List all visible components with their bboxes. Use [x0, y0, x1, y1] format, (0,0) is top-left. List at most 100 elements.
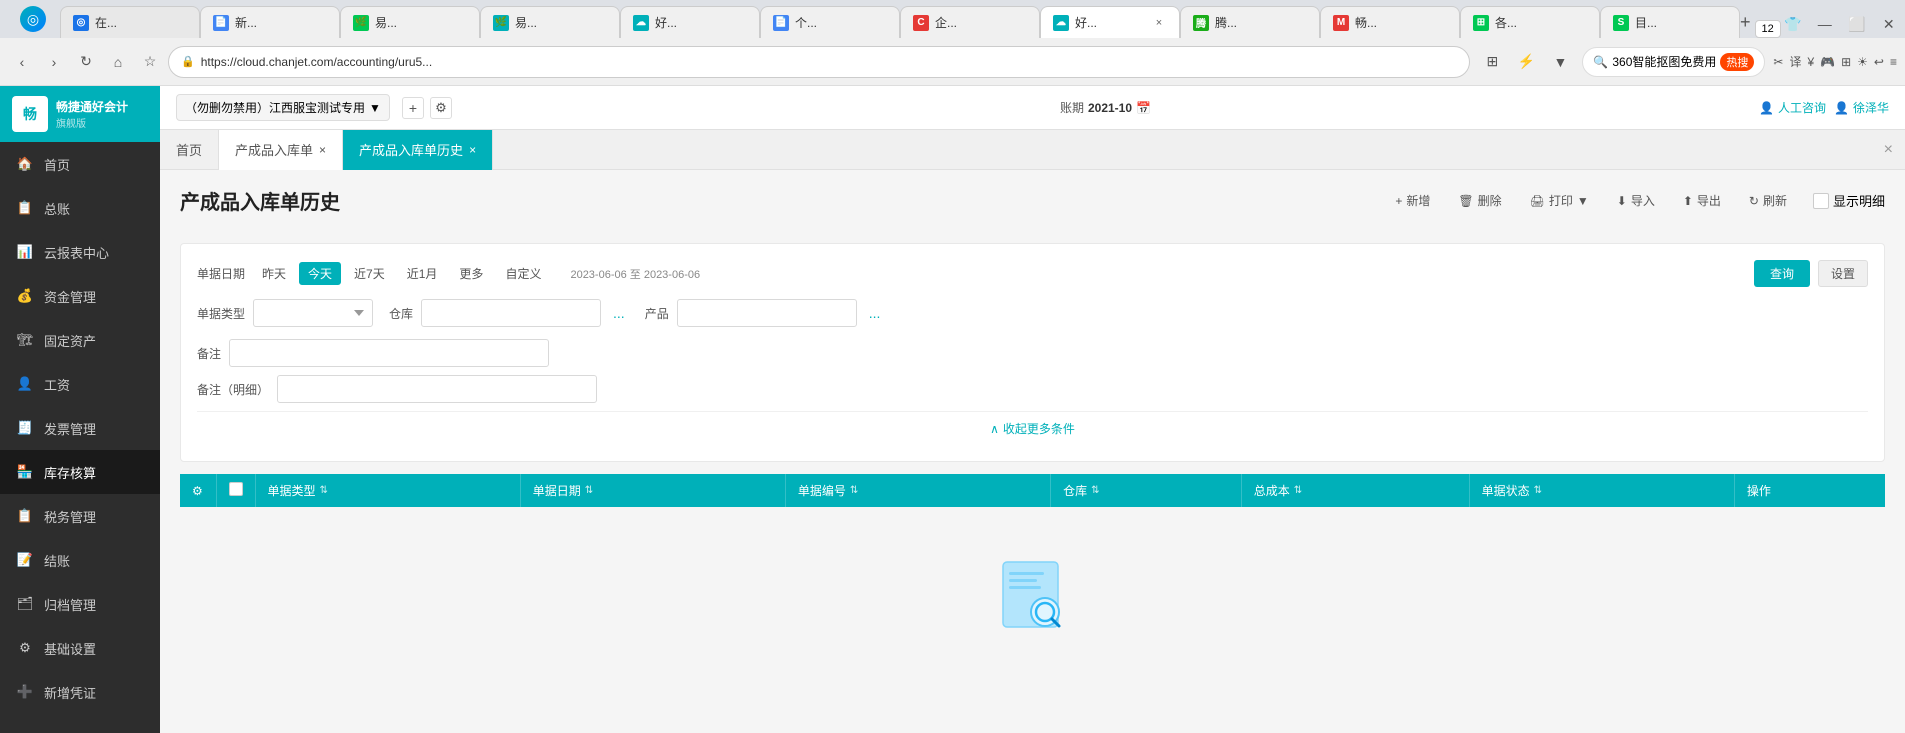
delete-btn[interactable]: 🗑 删除 [1448, 188, 1511, 213]
sidebar-item-report[interactable]: 📊 云报表中心 [0, 230, 160, 274]
search-360-bar[interactable]: 🔍 360智能抠图免费用 热搜 [1582, 47, 1765, 77]
favorite-btn[interactable]: ☆ [136, 48, 164, 76]
print-btn[interactable]: 🖨 打印 ▼ [1520, 188, 1599, 213]
list-tab-close[interactable]: × [319, 143, 326, 157]
tab-each[interactable]: ⊞ 各... [1460, 6, 1600, 38]
date-btn-more[interactable]: 更多 [450, 262, 492, 285]
sidebar-item-tax[interactable]: 📋 税务管理 [0, 494, 160, 538]
breadcrumb-tab-history[interactable]: 产成品入库单历史 × [343, 130, 493, 170]
tab-target[interactable]: S 目... [1600, 6, 1740, 38]
panel-close-btn[interactable]: × [1884, 141, 1893, 159]
history-tab-close[interactable]: × [469, 143, 476, 157]
breadcrumb-home[interactable]: 首页 [160, 130, 219, 170]
add-company-btn[interactable]: + [402, 97, 424, 119]
more-tool[interactable]: ≡ [1890, 55, 1897, 69]
sidebar-item-salary[interactable]: 👤 工资 [0, 362, 160, 406]
tab-personal[interactable]: 📄 个... [760, 6, 900, 38]
tab-new-doc[interactable]: 📄 新... [200, 6, 340, 38]
sidebar-item-basic[interactable]: ⚙ 基础设置 [0, 626, 160, 670]
url-bar[interactable]: 🔒 https://cloud.chanjet.com/accounting/u… [168, 46, 1470, 78]
maximize-btn[interactable]: ⬜ [1845, 12, 1869, 36]
refresh-btn[interactable]: ↻ [72, 48, 100, 76]
collapse-btn[interactable]: ∧ 收起更多条件 [990, 416, 1075, 441]
remark-detail-input[interactable] [277, 375, 597, 403]
yuan-tool[interactable]: ¥ [1807, 55, 1814, 69]
select-all-checkbox[interactable] [229, 482, 243, 496]
column-settings-icon[interactable]: ⚙ [192, 484, 203, 498]
sort-warehouse[interactable]: 仓库 ⇅ [1063, 482, 1229, 499]
sidebar-item-home[interactable]: 🏠 首页 [0, 142, 160, 186]
scissors-tool[interactable]: ✂ [1773, 55, 1783, 69]
display-checkbox[interactable] [1813, 193, 1829, 209]
th-checkbox[interactable] [216, 474, 255, 507]
company-selector[interactable]: （勿删勿禁用）江西服宝测试专用 ▼ [176, 94, 390, 121]
sidebar-item-ledger[interactable]: 📋 总账 [0, 186, 160, 230]
forward-btn[interactable]: › [40, 48, 68, 76]
close-btn[interactable]: ✕ [1877, 12, 1901, 36]
remark-input[interactable] [229, 339, 549, 367]
date-btn-custom[interactable]: 自定义 [496, 262, 550, 285]
game-tool[interactable]: 🎮 [1820, 55, 1835, 69]
sidebar-item-archive[interactable]: 🗂 归档管理 [0, 582, 160, 626]
tab-enterprise[interactable]: C 企... [900, 6, 1040, 38]
th-voucher-no[interactable]: 单据编号 ⇅ [785, 474, 1050, 507]
product-input[interactable] [677, 299, 857, 327]
tab-easy2[interactable]: 🌿 易... [480, 6, 620, 38]
date-btn-today[interactable]: 今天 [299, 262, 341, 285]
th-warehouse[interactable]: 仓库 ⇅ [1051, 474, 1242, 507]
breadcrumb-tab-list[interactable]: 产成品入库单 × [219, 130, 343, 170]
calendar-icon[interactable]: 📅 [1136, 101, 1151, 115]
back-btn[interactable]: ‹ [8, 48, 36, 76]
add-btn[interactable]: + 新增 [1385, 188, 1440, 213]
tab-close-btn[interactable]: × [1151, 15, 1167, 31]
sidebar-item-inventory[interactable]: 🏪 库存核算 [0, 450, 160, 494]
lightning-icon[interactable]: ⚡ [1512, 48, 1540, 76]
sort-voucher-no[interactable]: 单据编号 ⇅ [798, 482, 1038, 499]
tab-easy1[interactable]: 🌿 易... [340, 6, 480, 38]
grid-icon[interactable]: ⊞ [1478, 48, 1506, 76]
company-settings-btn[interactable]: ⚙ [430, 97, 452, 119]
tab-hao1[interactable]: ☁ 好... [620, 6, 760, 38]
sidebar-item-fund[interactable]: 💰 资金管理 [0, 274, 160, 318]
query-btn[interactable]: 查询 [1754, 260, 1810, 287]
sidebar-item-fixed[interactable]: 🏗 固定资产 [0, 318, 160, 362]
sun-tool[interactable]: ☀ [1857, 55, 1868, 69]
sort-voucher-status[interactable]: 单据状态 ⇅ [1482, 482, 1722, 499]
tab-in-logo[interactable]: ◎ 在... [60, 6, 200, 38]
home-btn[interactable]: ⌂ [104, 48, 132, 76]
th-total-cost[interactable]: 总成本 ⇅ [1241, 474, 1469, 507]
voucher-type-select[interactable] [253, 299, 373, 327]
arrow-down-icon[interactable]: ▼ [1546, 48, 1574, 76]
date-btn-1month[interactable]: 近1月 [398, 262, 447, 285]
sort-total-cost[interactable]: 总成本 ⇅ [1254, 482, 1457, 499]
translate-tool[interactable]: 译 [1789, 53, 1801, 70]
warehouse-more-icon[interactable]: ... [609, 305, 629, 321]
undo-tool[interactable]: ↩ [1874, 55, 1884, 69]
th-gear[interactable]: ⚙ [180, 474, 216, 507]
th-voucher-status[interactable]: 单据状态 ⇅ [1469, 474, 1734, 507]
import-btn[interactable]: ⬇ 导入 [1607, 188, 1665, 213]
refresh-btn[interactable]: ↻ 刷新 [1739, 188, 1797, 213]
sort-voucher-type[interactable]: 单据类型 ⇅ [268, 482, 508, 499]
sort-voucher-date[interactable]: 单据日期 ⇅ [533, 482, 773, 499]
warehouse-input[interactable] [421, 299, 601, 327]
th-voucher-type[interactable]: 单据类型 ⇅ [255, 474, 520, 507]
new-tab-button[interactable]: + [1740, 6, 1751, 38]
th-voucher-date[interactable]: 单据日期 ⇅ [520, 474, 785, 507]
user-profile-btn[interactable]: 👤 徐泽华 [1834, 99, 1889, 116]
tab-chang[interactable]: M 畅... [1320, 6, 1460, 38]
filter-settings-btn[interactable]: 设置 [1818, 260, 1868, 287]
date-btn-7days[interactable]: 近7天 [345, 262, 394, 285]
sidebar-item-invoice[interactable]: 🧾 发票管理 [0, 406, 160, 450]
grid-tool[interactable]: ⊞ [1841, 55, 1851, 69]
product-more-icon[interactable]: ... [865, 305, 885, 321]
sidebar-item-settle[interactable]: 📝 结账 [0, 538, 160, 582]
date-btn-yesterday[interactable]: 昨天 [253, 262, 295, 285]
minimize-btn[interactable]: — [1813, 12, 1837, 36]
tab-hao2[interactable]: ☁ 好... × [1040, 6, 1180, 38]
export-btn[interactable]: ⬆ 导出 [1673, 188, 1731, 213]
tab-tencent[interactable]: 腾 腾... [1180, 6, 1320, 38]
sidebar-item-new-voucher[interactable]: ➕ 新增凭证 [0, 670, 160, 714]
user-service-btn[interactable]: 👤 人工咨询 [1759, 99, 1826, 116]
display-toggle[interactable]: 显示明细 [1813, 191, 1885, 210]
